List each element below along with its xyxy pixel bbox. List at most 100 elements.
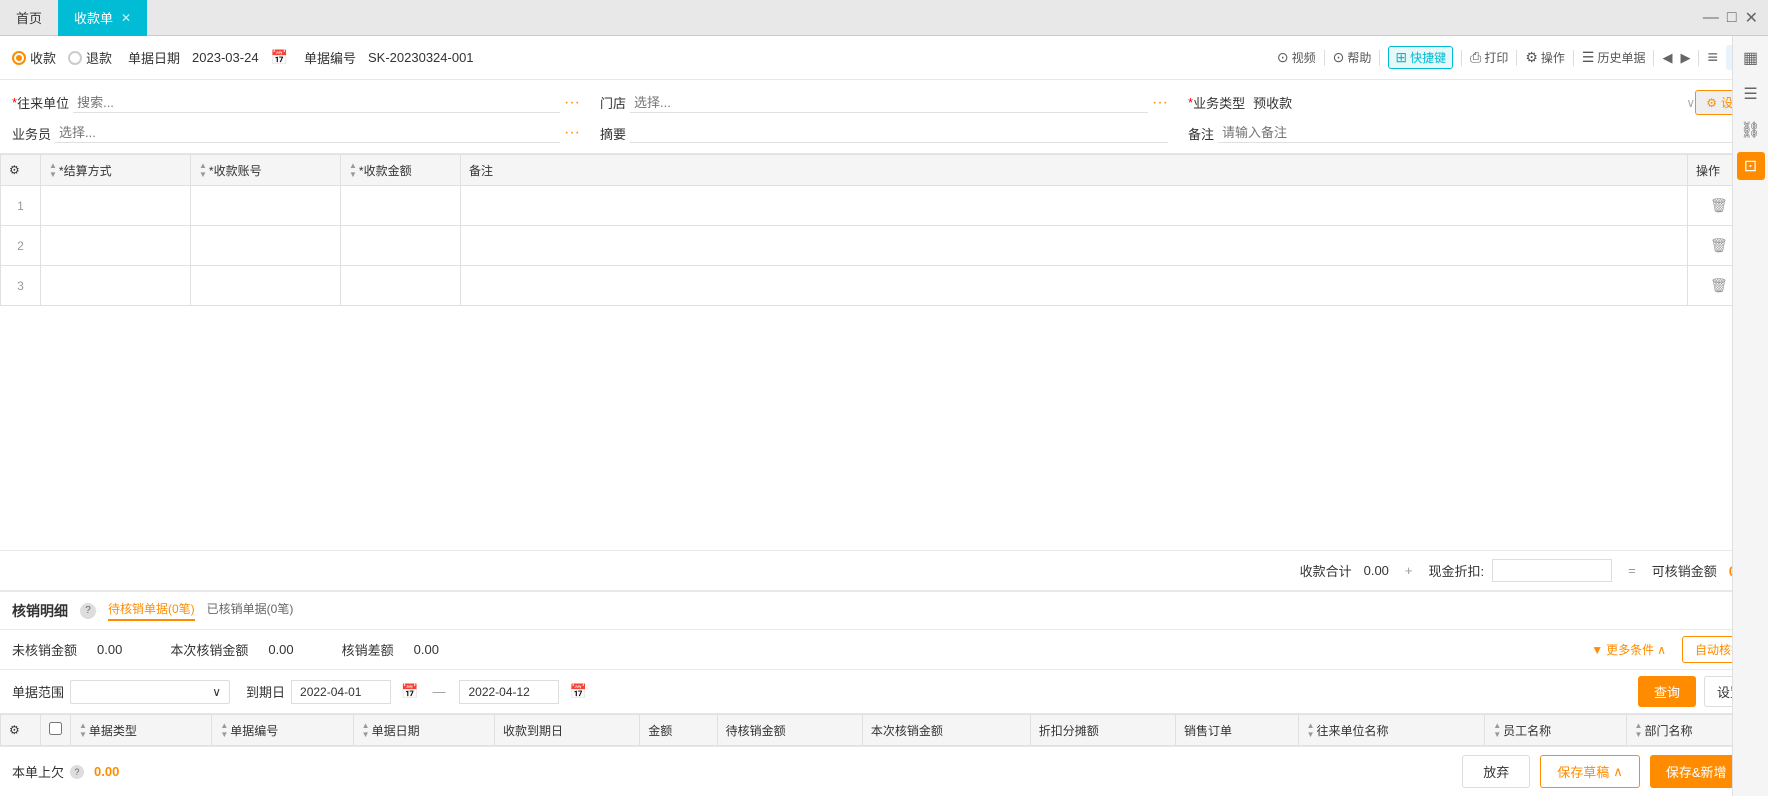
query-btn[interactable]: 查询 [1638,676,1696,707]
counterpart-input[interactable] [73,93,560,113]
tab-home-label: 首页 [16,8,42,27]
nav-next-btn[interactable]: ▶ [1680,50,1690,66]
gear-icon[interactable]: ⚙ [9,163,20,177]
col-account-label: *收款账号 [209,162,262,179]
btcol-counterpart: ▲▼ 往来单位名称 [1298,715,1485,746]
sort-employee[interactable]: ▲▼ [1493,721,1501,739]
delete-row-3-btn[interactable]: 🗑 [1710,277,1728,293]
tab-receipt-close[interactable]: ✕ [121,11,131,25]
btcol-doc-no: ▲▼ 单据编号 [212,715,353,746]
sales-rep-input[interactable] [55,123,560,143]
sort-settle[interactable]: ▲▼ [49,161,57,179]
counterpart-field: * 往来单位 ··· [12,93,580,113]
remark-cell-2[interactable] [461,226,1688,266]
select-all-checkbox[interactable] [49,722,62,735]
remark-cell-1[interactable] [461,186,1688,226]
btcol-settings[interactable]: ⚙ [1,715,41,746]
layout-icon[interactable]: ≡ [1707,47,1718,68]
main-table: ⚙ ▲▼ *结算方式 ▲▼ *收款账号 [0,154,1768,306]
sort-doc-date[interactable]: ▲▼ [362,721,370,739]
completed-tab[interactable]: 已核销单据(0笔) [207,600,294,621]
expand-btn[interactable]: ⊡ [1737,152,1765,180]
help-action[interactable]: ⊙ 帮助 [1333,49,1372,66]
col-remark: 备注 [461,155,1688,186]
settle-method-cell-3[interactable] [41,266,191,306]
summary-field: 摘要 [600,123,1168,143]
col-actions-label: 操作 [1696,164,1720,178]
amount-cell-1[interactable] [341,186,461,226]
doc-label: 单据编号 [304,48,356,67]
calendar-icon[interactable]: 📅 [271,49,288,66]
summary-input[interactable] [630,123,1168,143]
pending-tab[interactable]: 待核销单据(0笔) [108,600,195,621]
operations-action[interactable]: ⚙ 操作 [1525,49,1565,66]
video-action[interactable]: ⊙ 视频 [1277,49,1316,66]
receipt-radio-label: 收款 [30,48,56,67]
more-conditions-btn[interactable]: ▼ 更多条件 ∧ [1591,641,1666,658]
business-type-label: 业务类型 [1193,93,1245,112]
amount-cell-3[interactable] [341,266,461,306]
date-to-icon[interactable]: 📅 [569,683,586,700]
refund-radio[interactable]: 退款 [68,48,112,67]
close-btn[interactable]: ✕ [1745,8,1758,28]
receipt-radio[interactable]: 收款 [12,48,56,67]
table-row: 3 🗑 ⧉ [1,266,1768,306]
unchecked-label: 未核销金额 [12,640,77,659]
date-from-icon[interactable]: 📅 [401,683,418,700]
link-btn[interactable]: ⛓ [1737,116,1765,144]
business-type-dropdown[interactable]: ∨ [1686,96,1695,110]
draft-arrow-icon: ∧ [1613,764,1623,780]
this-time-value: 0.00 [268,642,293,657]
main-table-container: ⚙ ▲▼ *结算方式 ▲▼ *收款账号 [0,154,1768,550]
counterpart-more-icon[interactable]: ··· [564,94,580,112]
list-view-btn[interactable]: ☰ [1737,80,1765,108]
sort-doc-no[interactable]: ▲▼ [220,721,228,739]
doc-range-select[interactable]: ∨ [70,680,230,704]
amount-cell-2[interactable] [341,226,461,266]
sort-doc-type[interactable]: ▲▼ [79,721,87,739]
footer-info-icon[interactable]: ? [70,765,84,779]
tab-home[interactable]: 首页 [0,0,58,36]
delete-row-2-btn[interactable]: 🗑 [1710,237,1728,253]
table-view-btn[interactable]: ▦ [1737,44,1765,72]
video-label: 视频 [1292,49,1316,66]
col-settings[interactable]: ⚙ [1,155,41,186]
delete-row-1-btn[interactable]: 🗑 [1710,197,1728,213]
settle-method-cell-1[interactable] [41,186,191,226]
date-to-input[interactable] [459,680,559,704]
remark-cell-3[interactable] [461,266,1688,306]
print-action[interactable]: ⎙ 打印 [1470,49,1508,66]
store-input[interactable] [630,93,1148,113]
nav-prev-btn[interactable]: ◀ [1662,50,1672,66]
abandon-btn[interactable]: 放弃 [1462,755,1530,788]
sort-account[interactable]: ▲▼ [199,161,207,179]
sort-counterpart[interactable]: ▲▼ [1307,721,1315,739]
cash-discount-input[interactable] [1492,559,1612,582]
account-cell-1[interactable] [191,186,341,226]
settle-method-cell-2[interactable] [41,226,191,266]
remark-input[interactable] [1218,123,1756,143]
col-remark-label: 备注 [469,164,493,178]
btcol-doc-type: ▲▼ 单据类型 [71,715,212,746]
account-cell-3[interactable] [191,266,341,306]
draft-btn[interactable]: 保存草稿 ∧ [1540,755,1640,788]
receipt-refund-toggle: 收款 退款 [12,48,112,67]
history-action[interactable]: ☰ 历史单据 [1582,49,1646,66]
remark-field: 备注 [1188,123,1756,143]
btcol-employee: ▲▼ 员工名称 [1485,715,1626,746]
sort-amount[interactable]: ▲▼ [349,161,357,179]
account-cell-2[interactable] [191,226,341,266]
tab-receipt[interactable]: 收款单 ✕ [58,0,147,36]
store-more-icon[interactable]: ··· [1152,94,1168,112]
doc-field: 单据编号 SK-20230324-001 [304,48,474,67]
shortcut-action[interactable]: ⊞ 快捷键 [1388,46,1453,69]
sales-rep-more-icon[interactable]: ··· [564,124,580,142]
sort-dept[interactable]: ▲▼ [1635,721,1643,739]
btcol-this-amount: 本次核销金额 [862,715,1030,746]
footer-value: 0.00 [94,764,119,779]
date-from-input[interactable] [291,680,391,704]
btcol-amount-label: 金额 [648,724,672,738]
maximize-btn[interactable]: □ [1727,9,1737,27]
minimize-btn[interactable]: — [1703,9,1719,27]
section-info-icon[interactable]: ? [80,603,96,619]
